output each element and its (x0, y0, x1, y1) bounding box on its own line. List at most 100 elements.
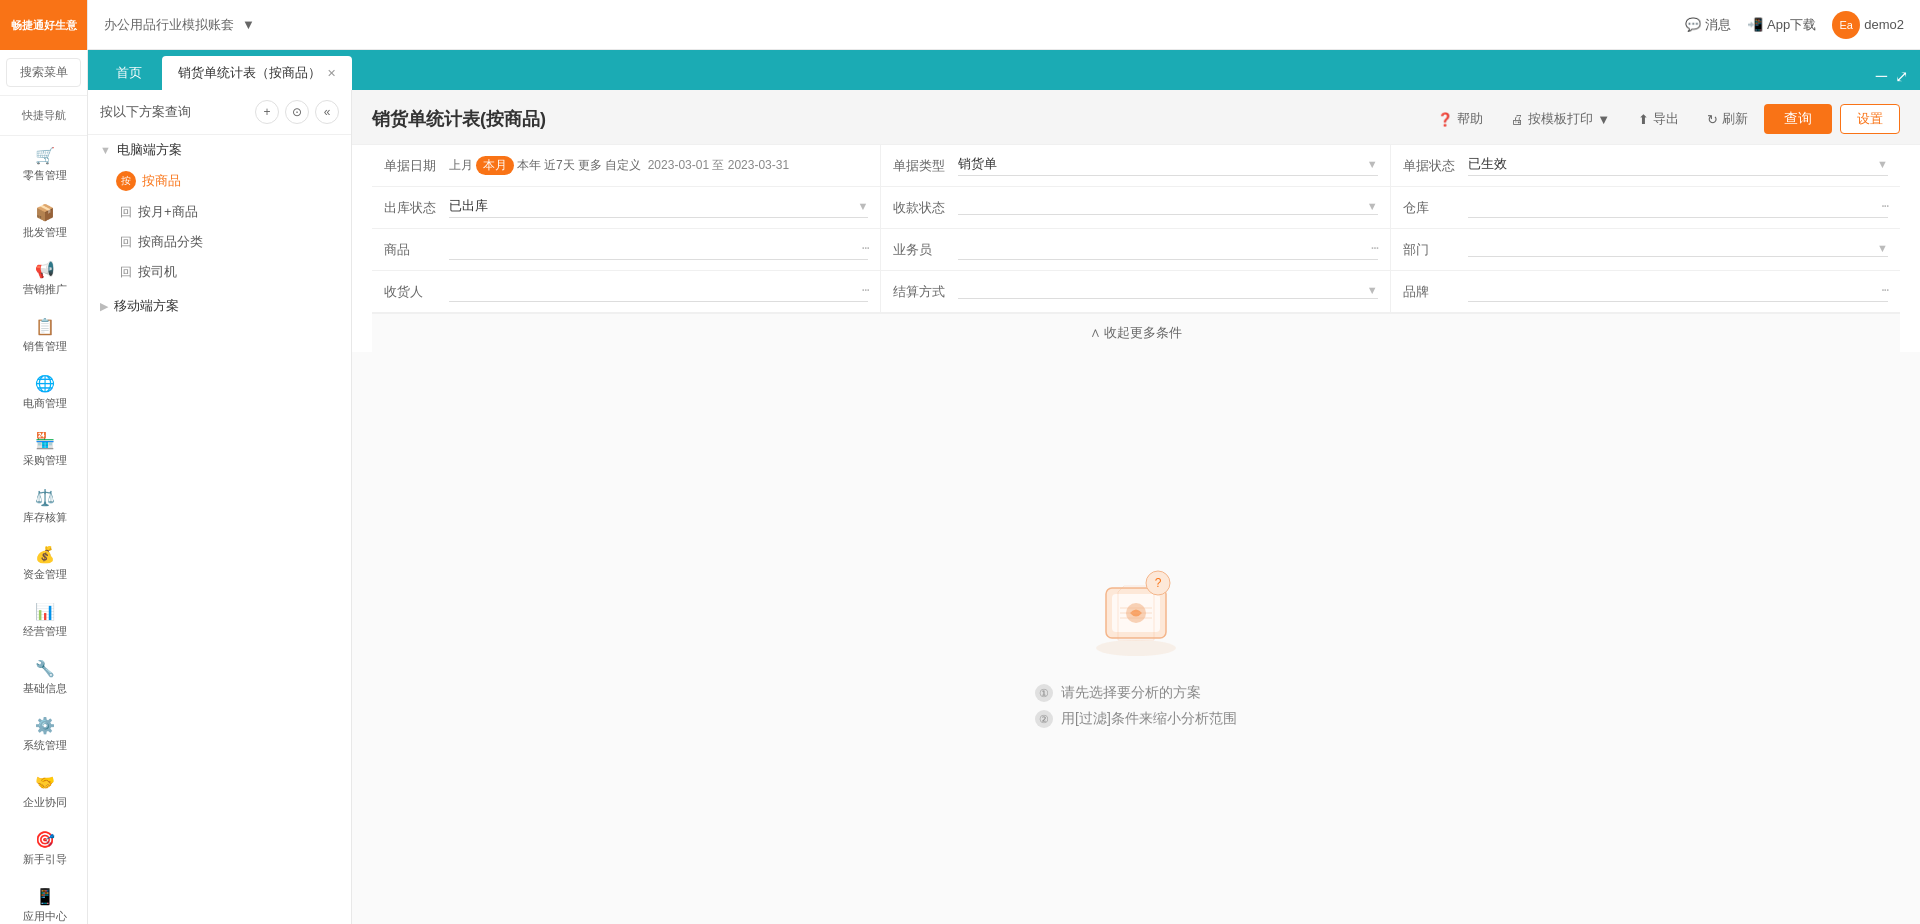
tip-text-1: 请先选择要分析的方案 (1061, 684, 1201, 702)
sidebar-item-wholesale[interactable]: 📦 批发管理 (0, 193, 87, 250)
avatar: Ea (1832, 11, 1860, 39)
app-download-button[interactable]: 📲 App下载 (1747, 16, 1816, 34)
settings-button[interactable]: 设置 (1840, 104, 1900, 134)
filter-cell-collect: 收款状态 ▼ (881, 187, 1390, 228)
date-tab-this-month[interactable]: 本月 (476, 156, 514, 175)
out-status-value: 已出库 (449, 197, 857, 215)
date-tab-last-month[interactable]: 上月 (449, 157, 473, 174)
receiver-dots-icon: ··· (861, 281, 868, 299)
tree-item-by-goods-label: 按商品 (142, 172, 181, 190)
page-title: 销货单统计表(按商品) (372, 107, 546, 131)
date-range-value: 2023-03-01 至 2023-03-31 (648, 157, 789, 174)
date-controls: 上月 本月 本年 近7天 更多 自定义 2023-03-01 至 2023-03… (449, 156, 868, 175)
app-center-icon: 📱 (35, 887, 55, 906)
collapse-button[interactable]: ∧ 收起更多条件 (372, 313, 1900, 352)
tab-minimize-icon[interactable]: ─ (1876, 67, 1887, 86)
staff-container[interactable]: ··· (958, 239, 1377, 260)
filter-row-1: 单据日期 上月 本月 本年 近7天 更多 自定义 2023-03-01 至 20… (372, 145, 1900, 187)
goods-container[interactable]: ··· (449, 239, 868, 260)
status-value-container[interactable]: 已生效 ▼ (1468, 155, 1888, 176)
filter-cell-warehouse: 仓库 ··· (1391, 187, 1900, 228)
tree-item-by-printer-label: 按司机 (138, 263, 177, 281)
date-tab-more[interactable]: 更多 (578, 157, 602, 174)
message-icon: 💬 (1685, 17, 1701, 32)
operations-icon: 📊 (35, 602, 55, 621)
warehouse-container[interactable]: ··· (1468, 197, 1888, 218)
sidebar-item-marketing-label: 营销推广 (23, 282, 67, 297)
tree-item-by-goods-category[interactable]: 回 按商品分类 (88, 227, 351, 257)
tab-close-icon[interactable]: ✕ (327, 67, 336, 80)
receiver-label: 收货人 (384, 283, 449, 301)
filter-cell-brand: 品牌 ··· (1391, 271, 1900, 312)
filter-cell-staff: 业务员 ··· (881, 229, 1390, 270)
cooperation-icon: 🤝 (35, 773, 55, 792)
brand-container[interactable]: ··· (1468, 281, 1888, 302)
staff-dots-icon: ··· (1370, 239, 1377, 257)
collect-chevron-icon: ▼ (1367, 200, 1378, 212)
tree-item-by-goods-category-label: 按商品分类 (138, 233, 203, 251)
filter-area: 单据日期 上月 本月 本年 近7天 更多 自定义 2023-03-01 至 20… (352, 145, 1920, 352)
date-tab-7days[interactable]: 近7天 (544, 157, 575, 174)
add-scheme-button[interactable]: + (255, 100, 279, 124)
collapse-panel-button[interactable]: « (315, 100, 339, 124)
export-label: 导出 (1653, 110, 1679, 128)
sidebar-item-newbie[interactable]: 🎯 新手引导 (0, 820, 87, 877)
tree-item-by-month-goods[interactable]: 回 按月+商品 (88, 197, 351, 227)
sidebar-item-marketing[interactable]: 📢 营销推广 (0, 250, 87, 307)
sidebar-item-sales[interactable]: 📋 销售管理 (0, 307, 87, 364)
body-area: 按以下方案查询 + ⊙ « ▼ 电脑端方案 按 按商品 回 按月+商品 (88, 90, 1920, 924)
receiver-container[interactable]: ··· (449, 281, 868, 302)
sidebar-item-system[interactable]: ⚙️ 系统管理 (0, 706, 87, 763)
sidebar-item-operations[interactable]: 📊 经营管理 (0, 592, 87, 649)
sidebar-item-finance[interactable]: 💰 资金管理 (0, 535, 87, 592)
message-button[interactable]: 💬 消息 (1685, 16, 1731, 34)
logo-text: 畅捷通好生意 (11, 18, 77, 32)
sidebar-item-basic[interactable]: 🔧 基础信息 (0, 649, 87, 706)
payment-container[interactable]: ▼ (958, 284, 1377, 299)
tree-mobile-group[interactable]: ▶ 移动端方案 (88, 291, 351, 321)
empty-state: ? ① 请先选择要分析的方案 ② 用[过滤]条件来缩小分析范围 (995, 508, 1277, 768)
dept-label: 部门 (1403, 241, 1468, 259)
user-menu[interactable]: Ea demo2 (1832, 11, 1904, 39)
tree-item-by-goods[interactable]: 按 按商品 (104, 165, 351, 197)
export-button[interactable]: ⬆ 导出 (1630, 106, 1687, 132)
scheme-icon-by-printer: 回 (120, 264, 132, 281)
refresh-button[interactable]: ↻ 刷新 (1699, 106, 1756, 132)
dept-container[interactable]: ▼ (1468, 242, 1888, 257)
empty-state-area: ? ① 请先选择要分析的方案 ② 用[过滤]条件来缩小分析范围 (352, 352, 1920, 924)
sidebar-item-basic-label: 基础信息 (23, 681, 67, 696)
date-tab-this-year[interactable]: 本年 (517, 157, 541, 174)
help-button[interactable]: ❓ 帮助 (1429, 106, 1491, 132)
sidebar-item-inventory[interactable]: ⚖️ 库存核算 (0, 478, 87, 535)
tree-desktop-group[interactable]: ▼ 电脑端方案 (88, 135, 351, 165)
sidebar-item-retail[interactable]: 🛒 零售管理 (0, 136, 87, 193)
settings-scheme-button[interactable]: ⊙ (285, 100, 309, 124)
sidebar-item-purchase[interactable]: 🏪 采购管理 (0, 421, 87, 478)
type-label: 单据类型 (893, 157, 958, 175)
tab-home[interactable]: 首页 (100, 56, 158, 90)
sidebar-item-app-center[interactable]: 📱 应用中心 (0, 877, 87, 924)
tab-report[interactable]: 销货单统计表（按商品） ✕ (162, 56, 352, 90)
tree-desktop-label: 电脑端方案 (117, 141, 182, 159)
page-action-buttons: ❓ 帮助 🖨 按模板打印 ▼ ⬆ 导出 ↻ (1429, 104, 1900, 134)
wholesale-icon: 📦 (35, 203, 55, 222)
topbar-dropdown-button[interactable]: ▼ (242, 17, 255, 32)
filter-cell-receiver: 收货人 ··· (372, 271, 881, 312)
out-status-container[interactable]: 已出库 ▼ (449, 197, 868, 218)
type-value-container[interactable]: 销货单 ▼ (958, 155, 1377, 176)
marketing-icon: 📢 (35, 260, 55, 279)
query-button[interactable]: 查询 (1764, 104, 1832, 134)
collect-container[interactable]: ▼ (958, 200, 1377, 215)
sidebar-item-ecommerce[interactable]: 🌐 电商管理 (0, 364, 87, 421)
search-menu-button[interactable]: 搜索菜单 (6, 58, 81, 87)
dept-chevron-icon: ▼ (1877, 242, 1888, 254)
tip-num-1: ① (1035, 684, 1053, 702)
date-tab-custom[interactable]: 自定义 (605, 157, 641, 174)
quick-nav-label: 快捷导航 (0, 104, 87, 127)
sidebar-item-cooperation[interactable]: 🤝 企业协同 (0, 763, 87, 820)
type-chevron-icon: ▼ (1367, 158, 1378, 170)
tab-maximize-icon[interactable]: ⤢ (1895, 67, 1908, 86)
tree-item-by-printer[interactable]: 回 按司机 (88, 257, 351, 287)
print-button[interactable]: 🖨 按模板打印 ▼ (1503, 106, 1618, 132)
scheme-icon-by-goods-category: 回 (120, 234, 132, 251)
